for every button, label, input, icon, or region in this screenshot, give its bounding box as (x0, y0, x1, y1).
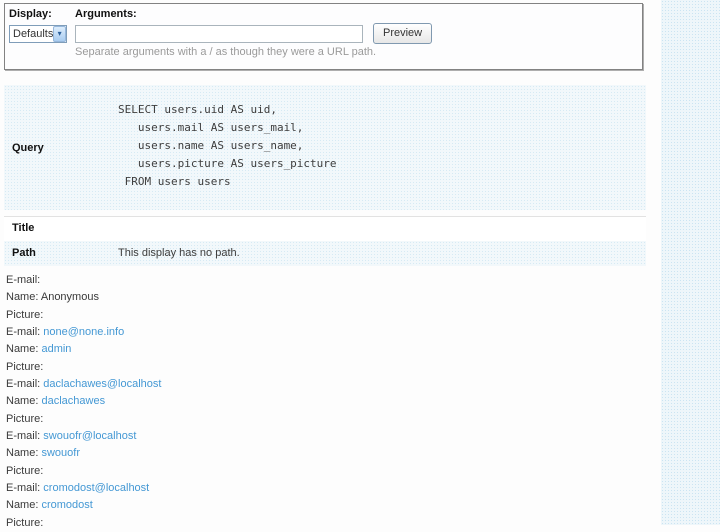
name-field-label: Name: (6, 447, 39, 460)
chevron-down-icon: ▾ (53, 26, 66, 42)
field-picture: Picture: (6, 307, 161, 324)
field-email: E-mail: none@none.info (6, 324, 161, 341)
name-field-label: Name: (6, 499, 39, 512)
email-field-label: E-mail: (6, 430, 41, 443)
name-field-label: Name: (6, 291, 39, 304)
query-value-cell: SELECT users.uid AS uid, users.mail AS u… (118, 85, 646, 210)
email-link[interactable]: swouofr@localhost (43, 430, 136, 442)
title-label: Title (12, 222, 35, 234)
name-value: Anonymous (40, 291, 99, 304)
field-name: Name: Anonymous (6, 289, 161, 306)
display-summary-table: Query SELECT users.uid AS uid, users.mai… (4, 85, 646, 266)
field-email: E-mail: swouofr@localhost (6, 428, 161, 445)
field-picture: Picture: (6, 515, 161, 532)
path-row: Path This display has no path. (4, 241, 646, 266)
name-field-label: Name: (6, 343, 39, 356)
path-label: Path (12, 247, 36, 259)
preview-controls-panel: Display: Defaults ▾ Arguments: Preview S… (4, 3, 643, 70)
field-email: E-mail: daclachawes@localhost (6, 376, 161, 393)
display-select[interactable]: Defaults ▾ (9, 25, 67, 43)
preview-button[interactable]: Preview (373, 23, 433, 44)
name-field-label: Name: (6, 395, 39, 408)
field-email: E-mail: cromodost@localhost (6, 480, 161, 497)
arguments-help-text: Separate arguments with a / as though th… (75, 46, 377, 58)
field-name: Name: swouofr (6, 445, 161, 462)
field-name: Name: daclachawes (6, 393, 161, 410)
picture-field-label: Picture: (6, 412, 44, 425)
email-field-label: E-mail: (6, 482, 41, 495)
query-sql: SELECT users.uid AS uid, users.mail AS u… (118, 103, 337, 188)
query-label: Query (12, 141, 44, 154)
email-link[interactable]: none@none.info (43, 326, 124, 338)
field-picture: Picture: (6, 411, 161, 428)
user-name-link[interactable]: swouofr (41, 447, 80, 459)
path-value: This display has no path. (118, 247, 240, 259)
email-field-label: E-mail: (6, 378, 41, 391)
email-field-label: E-mail: (6, 326, 41, 339)
field-email: E-mail: (6, 272, 161, 289)
field-name: Name: cromodost (6, 497, 161, 514)
picture-field-label: Picture: (6, 464, 44, 477)
picture-field-label: Picture: (6, 516, 44, 529)
user-name-link[interactable]: admin (41, 343, 71, 355)
query-row: Query SELECT users.uid AS uid, users.mai… (4, 85, 646, 210)
email-field-label: E-mail: (6, 274, 41, 286)
arguments-input[interactable] (75, 25, 363, 43)
email-link[interactable]: cromodost@localhost (43, 482, 149, 494)
arguments-label: Arguments: (75, 8, 137, 20)
field-name: Name: admin (6, 341, 161, 358)
picture-field-label: Picture: (6, 308, 44, 321)
picture-field-label: Picture: (6, 360, 44, 373)
field-picture: Picture: (6, 359, 161, 376)
preview-results-list: E-mail: Name: Anonymous Picture: E-mail:… (6, 272, 161, 532)
user-name-link[interactable]: daclachawes (41, 395, 105, 407)
user-name-link[interactable]: cromodost (41, 499, 92, 511)
display-select-value: Defaults (13, 28, 54, 40)
field-picture: Picture: (6, 463, 161, 480)
email-link[interactable]: daclachawes@localhost (43, 378, 161, 390)
title-row: Title (4, 216, 646, 241)
page-background-band (661, 0, 720, 525)
display-label: Display: (9, 8, 52, 20)
